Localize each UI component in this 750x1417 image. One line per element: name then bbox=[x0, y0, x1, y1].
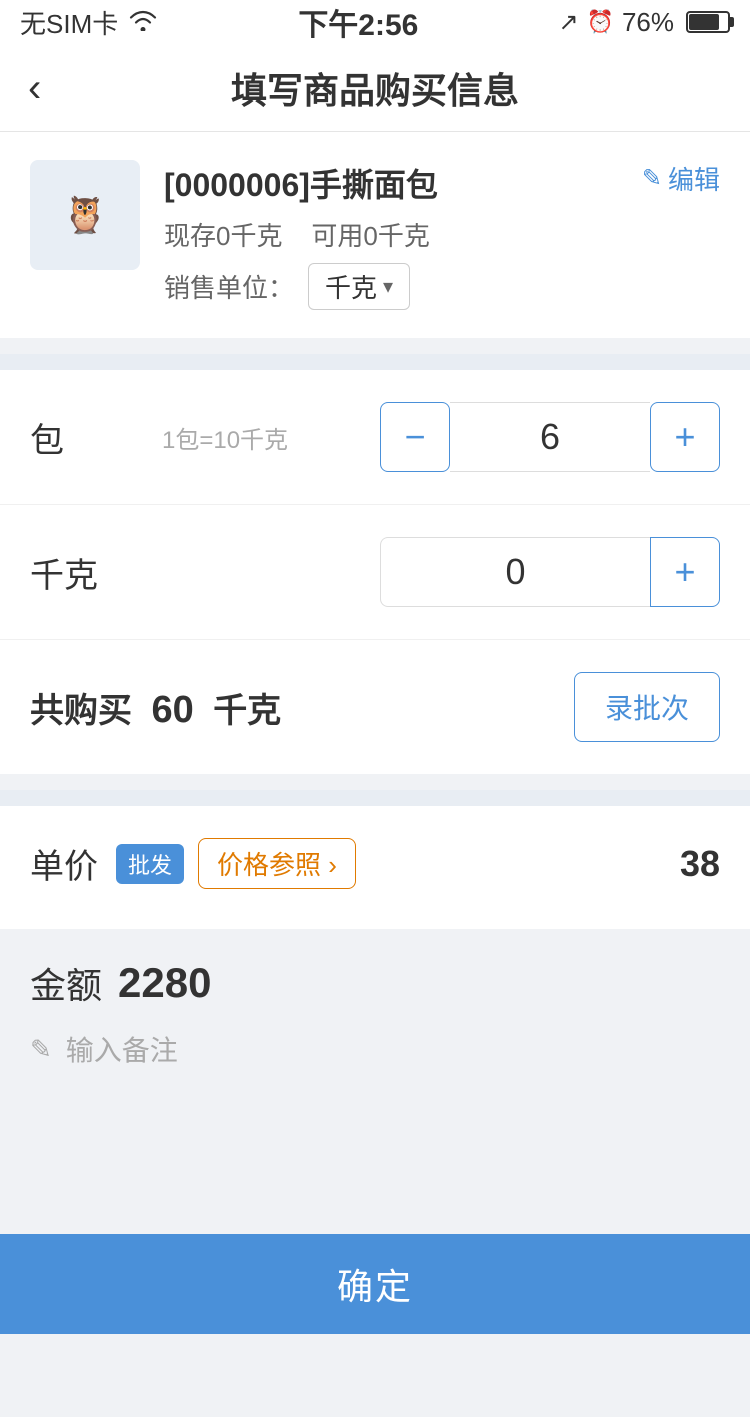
status-bar: 无SIM卡 下午2:56 ↗ ⏰ 76% bbox=[0, 0, 750, 44]
edit-icon: ✎ bbox=[642, 164, 662, 193]
kg-increase-button[interactable]: + bbox=[650, 537, 720, 607]
battery-bar bbox=[686, 11, 730, 33]
total-text: 共购买 60 千克 bbox=[30, 683, 281, 732]
amount-label: 金额 bbox=[30, 957, 102, 1009]
divider-1 bbox=[0, 354, 750, 370]
product-stock: 现存0千克 可用0千克 bbox=[164, 216, 720, 253]
bao-input-row: 包 1包=10千克 − + bbox=[0, 370, 750, 505]
product-unit-row: 销售单位： 千克 ▾ bbox=[164, 263, 720, 310]
alarm-icon: ⏰ bbox=[587, 9, 614, 35]
bao-quantity-input[interactable] bbox=[450, 402, 650, 472]
nav-bar: ‹ 填写商品购买信息 bbox=[0, 44, 750, 132]
kg-quantity-input[interactable] bbox=[380, 537, 650, 607]
edit-label: 编辑 bbox=[668, 160, 720, 197]
price-value: 38 bbox=[680, 843, 720, 885]
battery-fill bbox=[689, 14, 719, 30]
total-prefix: 共购买 bbox=[30, 692, 132, 730]
total-row: 共购买 60 千克 录批次 bbox=[0, 640, 750, 774]
bao-increase-button[interactable]: + bbox=[650, 402, 720, 472]
status-time: 下午2:56 bbox=[298, 0, 418, 44]
status-left: 无SIM卡 bbox=[20, 4, 158, 41]
divider-2 bbox=[0, 790, 750, 806]
product-card: 🦉 [0000006]手撕面包 现存0千克 可用0千克 销售单位： 千克 ▾ bbox=[0, 132, 750, 338]
remark-row[interactable]: ✎ 输入备注 bbox=[30, 1029, 720, 1069]
remark-placeholder: 输入备注 bbox=[66, 1029, 178, 1069]
nav-title: 填写商品购买信息 bbox=[231, 62, 519, 114]
kg-controls: + bbox=[380, 537, 720, 607]
product-info: [0000006]手撕面包 现存0千克 可用0千克 销售单位： 千克 ▾ bbox=[164, 160, 720, 310]
product-name: [0000006]手撕面包 bbox=[164, 160, 720, 206]
amount-section: 金额 2280 ✎ 输入备注 bbox=[0, 929, 750, 1097]
bao-label: 包 bbox=[30, 413, 150, 462]
unit-dropdown-icon: ▾ bbox=[383, 274, 393, 299]
price-label: 单价 bbox=[30, 839, 98, 888]
bao-input-section: 包 1包=10千克 − + 千克 + bbox=[0, 370, 750, 640]
back-button[interactable]: ‹ bbox=[28, 68, 41, 108]
edit-link[interactable]: ✎ 编辑 bbox=[642, 160, 720, 197]
unit-select[interactable]: 千克 ▾ bbox=[308, 263, 410, 310]
bao-controls: − + bbox=[380, 402, 720, 472]
confirm-bar[interactable]: 确定 bbox=[0, 1234, 750, 1334]
price-badge: 批发 bbox=[116, 844, 184, 884]
confirm-button-label: 确定 bbox=[337, 1258, 413, 1310]
amount-row: 金额 2280 bbox=[30, 957, 720, 1009]
total-unit: 千克 bbox=[213, 692, 281, 730]
location-icon: ↗ bbox=[558, 8, 578, 37]
price-reference-button[interactable]: 价格参照 › bbox=[198, 838, 356, 889]
battery-percent: 76% bbox=[622, 7, 674, 38]
status-right: ↗ ⏰ 76% bbox=[558, 7, 730, 38]
stock-available: 可用0千克 bbox=[311, 221, 429, 251]
amount-value: 2280 bbox=[118, 959, 211, 1007]
content: 🦉 [0000006]手撕面包 现存0千克 可用0千克 销售单位： 千克 ▾ bbox=[0, 132, 750, 1417]
carrier-label: 无SIM卡 bbox=[20, 4, 118, 41]
unit-value: 千克 bbox=[325, 268, 377, 305]
bao-sublabel: 1包=10千克 bbox=[162, 420, 380, 455]
remark-pencil-icon: ✎ bbox=[30, 1034, 52, 1065]
stock-current: 现存0千克 bbox=[164, 221, 282, 251]
wifi-icon bbox=[128, 7, 158, 38]
price-section: 单价 批发 价格参照 › 38 bbox=[0, 806, 750, 929]
total-amount: 60 bbox=[151, 689, 193, 731]
batch-button[interactable]: 录批次 bbox=[574, 672, 720, 742]
unit-label: 销售单位： bbox=[164, 268, 294, 305]
bao-decrease-button[interactable]: − bbox=[380, 402, 450, 472]
kg-input-row: 千克 + bbox=[0, 505, 750, 640]
price-row: 单价 批发 价格参照 › 38 bbox=[30, 838, 720, 889]
product-image: 🦉 bbox=[30, 160, 140, 270]
product-logo-icon: 🦉 bbox=[63, 194, 108, 236]
kg-label: 千克 bbox=[30, 548, 380, 597]
